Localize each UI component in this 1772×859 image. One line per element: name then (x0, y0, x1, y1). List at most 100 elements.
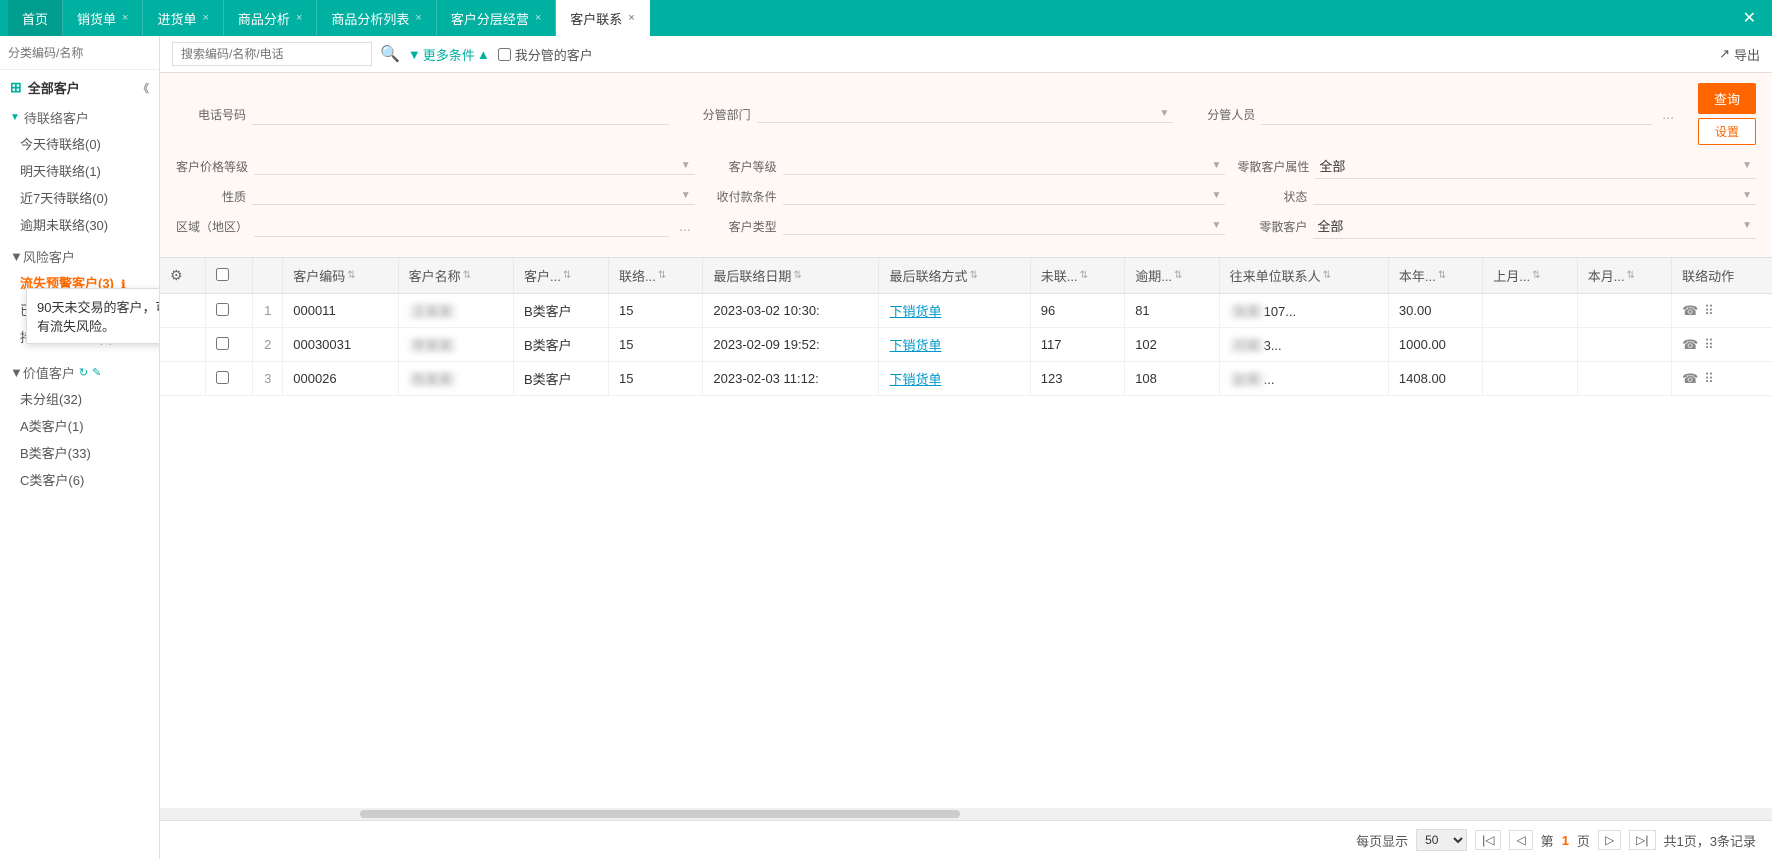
edit-icon[interactable]: ✎ (92, 366, 101, 379)
th-name[interactable]: 客户名称 ⇅ (398, 258, 513, 294)
th-checkbox[interactable] (206, 258, 253, 294)
filter-field-payment: 收付款条件 ▼ (707, 187, 1226, 205)
th-code[interactable]: 客户编码 ⇅ (283, 258, 398, 294)
filter-search-button[interactable]: 🔍 (380, 44, 400, 64)
nav-tab-customer-contact[interactable]: 客户联系 × (556, 0, 649, 36)
dept-select[interactable]: ▼ (757, 105, 1174, 123)
phone-action-icon[interactable]: ☎ (1682, 303, 1698, 319)
lingsan-select[interactable]: 全部 ▼ (1315, 153, 1756, 179)
th-no-contact-days[interactable]: 未联... ⇅ (1030, 258, 1124, 294)
my-customers-checkbox[interactable] (498, 48, 511, 61)
status-select[interactable]: ▼ (1313, 187, 1756, 205)
sidebar-item-overdue[interactable]: 逾期未联络(30) (0, 211, 159, 238)
th-gear[interactable]: ⚙ (160, 258, 206, 294)
refresh-icon[interactable]: ↻ (79, 366, 88, 379)
last-page-button[interactable]: ▷| (1629, 830, 1655, 850)
table-header-row: ⚙ 客户编码 ⇅ (160, 258, 1772, 294)
td-last-contact-method[interactable]: 下销货单 (879, 328, 1030, 362)
sidebar-item-class-b[interactable]: B类客户(33) (0, 439, 159, 466)
th-type[interactable]: 客户... ⇅ (514, 258, 609, 294)
sidebar-item-7days[interactable]: 近7天待联络(0) (0, 184, 159, 211)
gender-select[interactable]: ▼ (252, 187, 695, 205)
th-this-year[interactable]: 本年... ⇅ (1388, 258, 1482, 294)
more-conditions-button[interactable]: ▼ 更多条件 ▲ (408, 45, 490, 64)
customer-level-select[interactable]: ▼ (783, 157, 1226, 175)
prev-page-button[interactable]: ◁ (1509, 830, 1532, 850)
close-icon[interactable]: × (535, 12, 541, 24)
contact-method-link[interactable]: 下销货单 (889, 338, 941, 353)
price-level-select[interactable]: ▼ (254, 157, 695, 175)
th-this-month[interactable]: 本月... ⇅ (1577, 258, 1671, 294)
region-input[interactable] (254, 216, 669, 237)
sidebar-item-today[interactable]: 今天待联络(0) (0, 130, 159, 157)
export-button[interactable]: ↗ 导出 (1719, 45, 1760, 64)
row-checkbox[interactable] (216, 337, 229, 350)
td-checkbox[interactable] (206, 294, 253, 328)
nav-tab-purchase[interactable]: 进货单 × (143, 0, 223, 36)
filter-row-4: 区域（地区） ... 客户类型 ▼ 零散客户 全部 ▼ (176, 213, 1756, 239)
th-overdue[interactable]: 逾期... ⇅ (1125, 258, 1219, 294)
close-icon[interactable]: × (628, 12, 634, 24)
value-customer-group[interactable]: ▼ 价值客户 ↻ ✎ (0, 358, 159, 385)
th-last-month[interactable]: 上月... ⇅ (1483, 258, 1577, 294)
manager-input[interactable] (1261, 104, 1652, 125)
payment-select[interactable]: ▼ (783, 187, 1226, 205)
sidebar-item-class-a[interactable]: A类客户(1) (0, 412, 159, 439)
sort-icon: ⇅ (1532, 270, 1540, 281)
per-page-select[interactable]: 50 100 200 (1416, 829, 1467, 851)
nav-tab-product-analysis[interactable]: 商品分析 × (224, 0, 317, 36)
contact-method-link[interactable]: 下销货单 (889, 304, 941, 319)
td-last-contact-method[interactable]: 下销货单 (879, 294, 1030, 328)
phone-action-icon[interactable]: ☎ (1682, 337, 1698, 353)
customer-type-select[interactable]: ▼ (783, 217, 1226, 235)
first-page-button[interactable]: |◁ (1475, 830, 1501, 850)
all-customers-header[interactable]: ⊞ 全部客户 《 (0, 70, 159, 103)
contact-method-link[interactable]: 下销货单 (889, 372, 941, 387)
nav-tab-product-list[interactable]: 商品分析列表 × (317, 0, 436, 36)
th-contact-count[interactable]: 联络... ⇅ (609, 258, 703, 294)
risk-customer-group[interactable]: ▼ 风险客户 (0, 242, 159, 269)
query-button[interactable]: 查询 (1698, 83, 1756, 114)
more-action-icon[interactable]: ⠿ (1704, 337, 1714, 353)
next-page-button[interactable]: ▷ (1598, 830, 1621, 850)
phone-action-icon[interactable]: ☎ (1682, 371, 1698, 387)
row-checkbox[interactable] (216, 371, 229, 384)
collapse-icon[interactable]: 《 (138, 80, 149, 96)
sidebar-item-class-c[interactable]: C类客户(6) (0, 466, 159, 493)
sidebar-item-tomorrow[interactable]: 明天待联络(1) (0, 157, 159, 184)
my-customers-checkbox-label[interactable]: 我分管的客户 (498, 45, 593, 64)
settings-button[interactable]: 设置 (1698, 118, 1756, 145)
more-icon[interactable]: ... (675, 218, 695, 234)
gear-icon[interactable]: ⚙ (170, 267, 183, 283)
phone-input[interactable] (252, 104, 669, 125)
close-icon[interactable]: × (122, 12, 128, 24)
scrollbar-thumb[interactable] (360, 810, 960, 818)
th-last-contact-method[interactable]: 最后联络方式 ⇅ (879, 258, 1030, 294)
nav-tab-home[interactable]: 首页 (8, 0, 63, 36)
more-action-icon[interactable]: ⠿ (1704, 303, 1714, 319)
more-action-icon[interactable]: ⠿ (1704, 371, 1714, 387)
select-all-checkbox[interactable] (216, 268, 229, 281)
nav-tab-customer-segment[interactable]: 客户分层经营 × (437, 0, 556, 36)
more-icon[interactable]: ... (1658, 106, 1678, 122)
sidebar-item-unclassified[interactable]: 未分组(32) (0, 385, 159, 412)
filter-row-2: 客户价格等级 ▼ 客户等级 ▼ 零散客户属性 全部 (176, 153, 1756, 179)
window-close-button[interactable]: ✕ (1735, 8, 1764, 28)
th-last-contact-date[interactable]: 最后联络日期 ⇅ (703, 258, 879, 294)
td-checkbox[interactable] (206, 362, 253, 396)
nav-tab-sales[interactable]: 销货单 × (63, 0, 143, 36)
horizontal-scrollbar[interactable] (160, 808, 1772, 820)
lingsan2-select[interactable]: 全部 ▼ (1313, 213, 1756, 239)
row-checkbox[interactable] (216, 303, 229, 316)
close-icon[interactable]: × (202, 12, 208, 24)
pending-contact-group[interactable]: ▼ 待联络客户 (0, 103, 159, 130)
td-checkbox[interactable] (206, 328, 253, 362)
close-icon[interactable]: × (296, 12, 302, 24)
tooltip-box: 90天未交易的客户，可能有流失风险。 (26, 288, 160, 344)
filter-search-input[interactable] (172, 42, 372, 66)
sidebar-search-input[interactable] (8, 46, 160, 60)
th-unit-contacts[interactable]: 往来单位联系人 ⇅ (1219, 258, 1388, 294)
td-last-contact-method[interactable]: 下销货单 (879, 362, 1030, 396)
lingsan2-value: 全部 (1317, 216, 1343, 235)
close-icon[interactable]: × (415, 12, 421, 24)
